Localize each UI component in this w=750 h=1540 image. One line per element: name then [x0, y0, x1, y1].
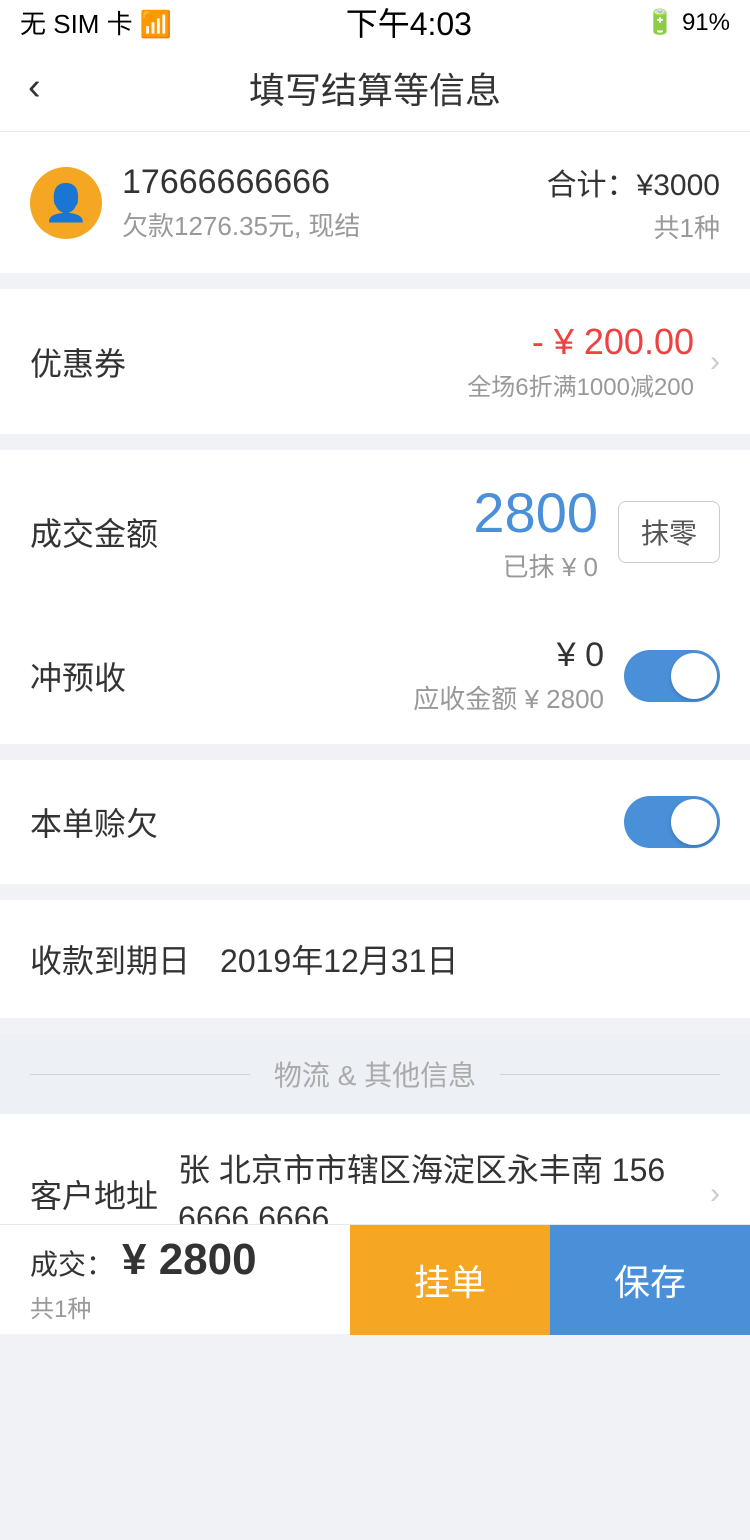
coupon-desc: 全场6折满1000减200 [467, 367, 694, 402]
battery-icon: 🔋 91% [645, 8, 730, 37]
status-left: 无 SIM 卡 📶 [20, 4, 172, 41]
chevron-right-icon: › [710, 345, 720, 379]
deal-amount-wrap: 2800 已抹 ¥ 0 [473, 480, 598, 584]
prepay-receivable: 应收金额 ¥ 2800 [413, 679, 604, 716]
pending-label: 挂单 [414, 1254, 486, 1306]
prepay-toggle[interactable] [624, 650, 720, 702]
page-header: ‹ 填写结算等信息 [0, 44, 750, 132]
customer-phone: 17666666666 [122, 163, 360, 202]
divider-left-line [30, 1074, 250, 1075]
bottom-deal-row: 成交： ¥ 2800 [30, 1235, 320, 1285]
address-label: 客户地址 [30, 1171, 158, 1217]
bottom-deal-amount: ¥ 2800 [122, 1235, 257, 1285]
deal-right: 2800 已抹 ¥ 0 抹零 [473, 480, 720, 584]
divider-right-line [500, 1074, 720, 1075]
due-label: 收款到期日 [30, 936, 190, 982]
prepay-amount: ¥ 0 [413, 636, 604, 675]
avatar-icon: 👤 [44, 182, 89, 224]
credit-row: 本单赊欠 [0, 760, 750, 884]
coupon-right: - ¥ 200.00 全场6折满1000减200 › [467, 321, 720, 402]
round-button[interactable]: 抹零 [618, 501, 720, 563]
customer-debt: 欠款1276.35元, 现结 [122, 206, 360, 243]
back-button[interactable]: ‹ [28, 66, 41, 109]
coupon-label: 优惠券 [30, 339, 126, 385]
bottom-bar: 成交： ¥ 2800 共1种 挂单 保存 [0, 1224, 750, 1334]
deal-row: 成交金额 2800 已抹 ¥ 0 抹零 [0, 450, 750, 614]
due-section: 收款到期日 2019年12月31日 [0, 900, 750, 1018]
bottom-count: 共1种 [30, 1289, 320, 1324]
status-time: 下午4:03 [346, 0, 472, 45]
prepay-row: 冲预收 ¥ 0 应收金额 ¥ 2800 [0, 614, 750, 744]
prepay-amount-wrap: ¥ 0 应收金额 ¥ 2800 [413, 636, 604, 716]
deal-amount: 2800 [473, 480, 598, 545]
divider-section: 物流 & 其他信息 [0, 1034, 750, 1114]
coupon-section: 优惠券 - ¥ 200.00 全场6折满1000减200 › [0, 289, 750, 434]
coupon-info: - ¥ 200.00 全场6折满1000减200 [467, 321, 694, 402]
deal-erased: 已抹 ¥ 0 [473, 547, 598, 584]
divider-text: 物流 & 其他信息 [250, 1054, 500, 1094]
total-amount: 合计：¥3000 [547, 160, 720, 204]
credit-toggle[interactable] [624, 796, 720, 848]
save-label: 保存 [614, 1254, 686, 1306]
page-title: 填写结算等信息 [249, 62, 501, 114]
deal-label: 成交金额 [30, 509, 158, 555]
address-chevron-icon: › [710, 1177, 720, 1211]
coupon-row[interactable]: 优惠券 - ¥ 200.00 全场6折满1000减200 › [0, 289, 750, 434]
customer-info: 17666666666 欠款1276.35元, 现结 [122, 163, 360, 243]
avatar: 👤 [30, 167, 102, 239]
credit-section: 本单赊欠 [0, 760, 750, 884]
due-row: 收款到期日 2019年12月31日 [0, 900, 750, 1018]
customer-left: 👤 17666666666 欠款1276.35元, 现结 [30, 163, 360, 243]
due-date-value: 2019年12月31日 [220, 936, 458, 982]
pending-button[interactable]: 挂单 [350, 1225, 550, 1335]
prepay-label: 冲预收 [30, 653, 126, 699]
credit-label: 本单赊欠 [30, 799, 158, 845]
bottom-deal-label: 成交： [30, 1243, 114, 1283]
bottom-summary: 成交： ¥ 2800 共1种 [0, 1235, 350, 1324]
status-right: 🔋 91% [645, 8, 730, 37]
prepay-right: ¥ 0 应收金额 ¥ 2800 [413, 636, 720, 716]
save-button[interactable]: 保存 [550, 1225, 750, 1335]
status-bar: 无 SIM 卡 📶 下午4:03 🔋 91% [0, 0, 750, 44]
customer-right: 合计：¥3000 共1种 [547, 160, 720, 245]
total-count: 共1种 [547, 208, 720, 245]
deal-section: 成交金额 2800 已抹 ¥ 0 抹零 冲预收 ¥ 0 应收金额 ¥ 2800 [0, 450, 750, 744]
coupon-amount: - ¥ 200.00 [467, 321, 694, 363]
customer-card: 👤 17666666666 欠款1276.35元, 现结 合计：¥3000 共1… [0, 132, 750, 273]
